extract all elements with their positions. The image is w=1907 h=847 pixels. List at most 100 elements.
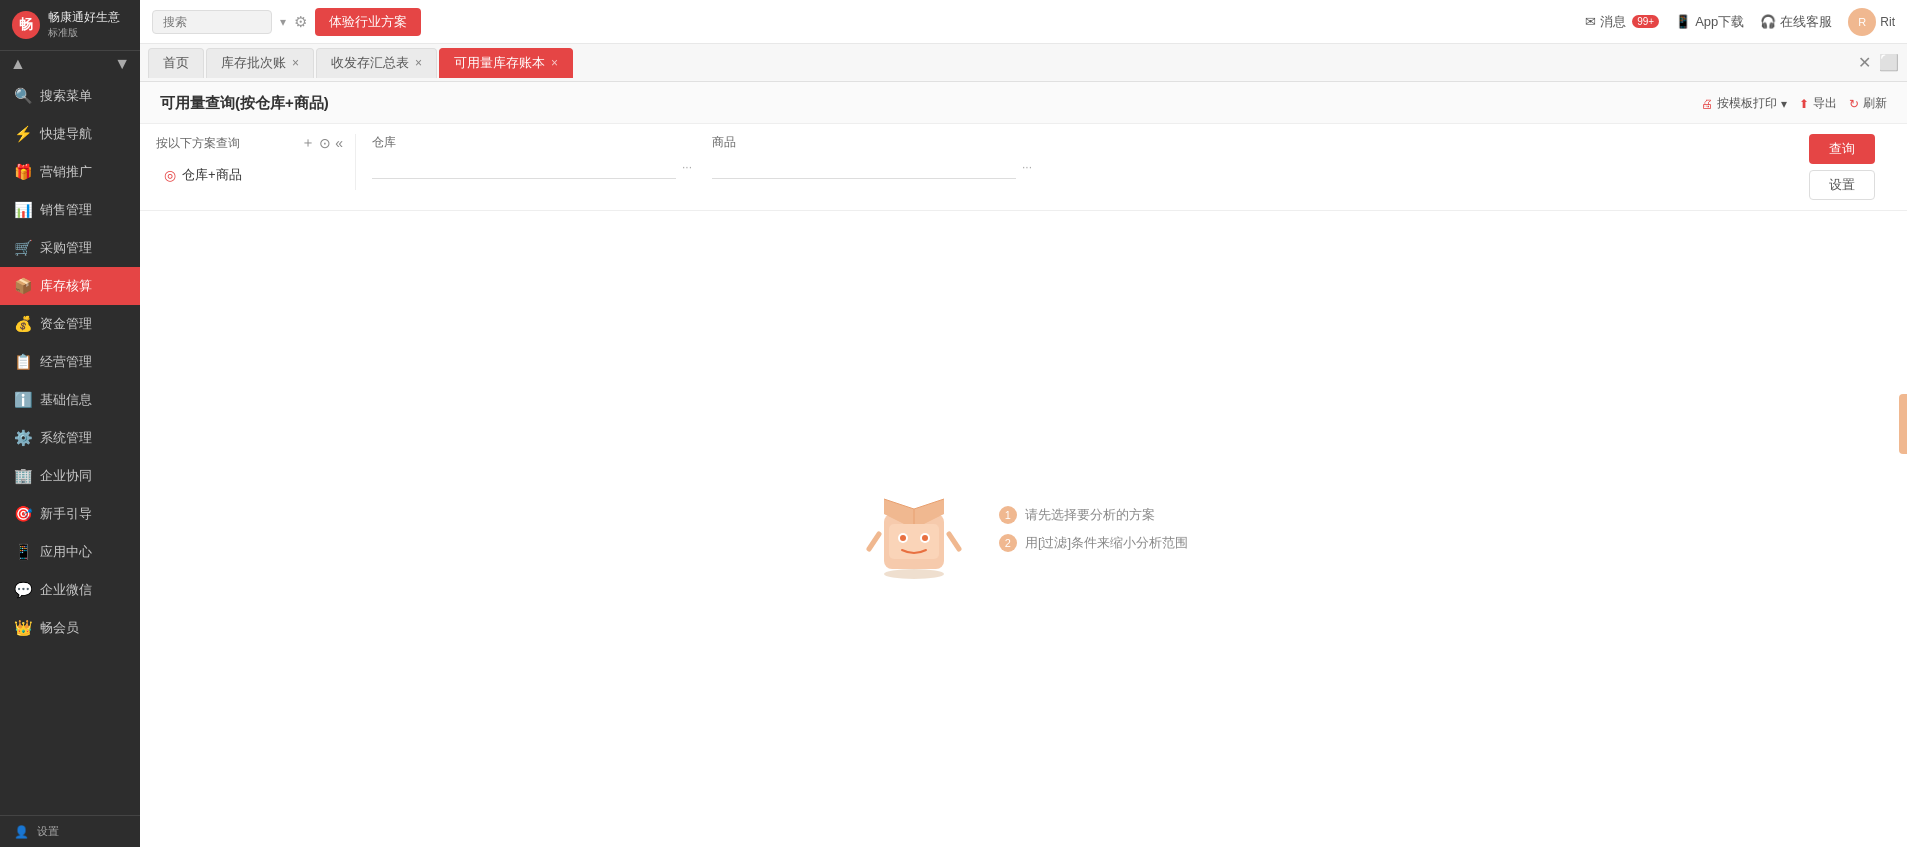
topbar-message[interactable]: ✉ 消息 99+ — [1585, 13, 1659, 31]
industry-btn[interactable]: 体验行业方案 — [315, 8, 421, 36]
empty-illustration: 1 请先选择要分析的方案 2 用[过滤]条件来缩小分析范围 — [859, 474, 1188, 584]
sidebar-item-newguide[interactable]: 🎯 新手引导 — [0, 495, 140, 533]
printer-icon: 🖨 — [1701, 97, 1713, 111]
finance-icon: 💰 — [14, 315, 32, 333]
sidebar-item-label: 营销推广 — [40, 163, 92, 181]
tab-collect-summary[interactable]: 收发存汇总表 × — [316, 48, 437, 78]
topbar-gear-icon[interactable]: ⚙ — [294, 13, 307, 31]
filter-sidebar-label: 按以下方案查询 — [156, 135, 240, 152]
filter-scheme-item[interactable]: ◎ 仓库+商品 — [156, 160, 343, 190]
tip-number-2: 2 — [999, 534, 1017, 552]
settings-btn[interactable]: 设置 — [1809, 170, 1875, 200]
window-buttons: ✕ ⬜ — [1858, 53, 1899, 72]
filter-scheme-label: 仓库+商品 — [182, 166, 242, 184]
user-avatar: R — [1848, 8, 1876, 36]
topbar-actions: ✉ 消息 99+ 📱 App下载 🎧 在线客服 R Rit — [1585, 8, 1895, 36]
topbar-search-input[interactable] — [152, 10, 272, 34]
tab-available-stock-label: 可用量库存账本 — [454, 54, 545, 72]
sidebar-footer-icon: 👤 — [14, 825, 29, 839]
sidebar-item-enterprise[interactable]: 🏢 企业协同 — [0, 457, 140, 495]
topbar: ▾ ⚙ 体验行业方案 ✉ 消息 99+ 📱 App下载 🎧 在线客服 R Rit — [140, 0, 1907, 44]
inventory-icon: 📦 — [14, 277, 32, 295]
sidebar-item-system[interactable]: ⚙️ 系统管理 — [0, 419, 140, 457]
sidebar-item-label: 快捷导航 — [40, 125, 92, 143]
svg-point-8 — [884, 569, 944, 579]
purchase-icon: 🛒 — [14, 239, 32, 257]
filter-sidebar-header: 按以下方案查询 ＋ ⊙ « — [156, 134, 343, 152]
filter-actions-right: 查询 设置 — [1809, 134, 1875, 200]
sidebar-item-member[interactable]: 👑 畅会员 — [0, 609, 140, 647]
sidebar-item-purchase[interactable]: 🛒 采购管理 — [0, 229, 140, 267]
sidebar-item-marketing[interactable]: 🎁 营销推广 — [0, 153, 140, 191]
sidebar-item-label: 销售管理 — [40, 201, 92, 219]
filter-area: 按以下方案查询 ＋ ⊙ « ◎ 仓库+商品 仓库 ··· — [140, 124, 1907, 211]
username-label: Rit — [1880, 15, 1895, 29]
export-btn[interactable]: ⬆ 导出 — [1799, 95, 1837, 112]
sidebar-item-shortcuts[interactable]: ⚡ 快捷导航 — [0, 115, 140, 153]
page-header: 可用量查询(按仓库+商品) 🖨 按模板打印 ▾ ⬆ 导出 ↻ 刷新 — [140, 82, 1907, 124]
sidebar-scroll-down[interactable]: ▼ — [108, 53, 136, 75]
print-btn[interactable]: 🖨 按模板打印 ▾ — [1701, 95, 1787, 112]
guide-icon: 🎯 — [14, 505, 32, 523]
empty-robot-svg — [859, 474, 969, 584]
tip-number-1: 1 — [999, 506, 1017, 524]
right-scroll-indicator[interactable] — [1899, 394, 1907, 454]
maximize-btn[interactable]: ⬜ — [1879, 53, 1899, 72]
tab-collect-summary-label: 收发存汇总表 — [331, 54, 409, 72]
sales-icon: 📊 — [14, 201, 32, 219]
topbar-chevron-icon[interactable]: ▾ — [280, 15, 286, 29]
topbar-app-download[interactable]: 📱 App下载 — [1675, 13, 1744, 31]
sidebar-item-label: 搜索菜单 — [40, 87, 92, 105]
sidebar-scroll-up[interactable]: ▲ — [4, 53, 32, 75]
app-icon: 📱 — [14, 543, 32, 561]
filter-warehouse-more-btn[interactable]: ··· — [682, 160, 692, 174]
empty-tip-1: 1 请先选择要分析的方案 — [999, 506, 1188, 524]
filter-warehouse-label: 仓库 — [372, 134, 692, 151]
svg-point-4 — [900, 535, 906, 541]
sidebar-item-label: 经营管理 — [40, 353, 92, 371]
logo-text-block: 畅康通好生意 标准版 — [48, 10, 120, 40]
filter-product-more-btn[interactable]: ··· — [1022, 160, 1032, 174]
sidebar-menu: 🔍 搜索菜单 ⚡ 快捷导航 🎁 营销推广 📊 销售管理 🛒 采购管理 📦 库存核… — [0, 77, 140, 815]
sidebar-item-finance[interactable]: 💰 资金管理 — [0, 305, 140, 343]
sidebar-item-appcenter[interactable]: 📱 应用中心 — [0, 533, 140, 571]
filter-product-input[interactable] — [712, 155, 1016, 179]
wechat-icon: 💬 — [14, 581, 32, 599]
filter-collapse-btn[interactable]: « — [335, 134, 343, 152]
sidebar-item-sales[interactable]: 📊 销售管理 — [0, 191, 140, 229]
query-btn[interactable]: 查询 — [1809, 134, 1875, 164]
filter-warehouse-input[interactable] — [372, 155, 676, 179]
filter-add-btn[interactable]: ＋ — [301, 134, 315, 152]
tab-batch-account-close[interactable]: × — [292, 56, 299, 70]
logo-text: 畅康通好生意 — [48, 10, 120, 26]
svg-point-5 — [922, 535, 928, 541]
refresh-btn[interactable]: ↻ 刷新 — [1849, 95, 1887, 112]
tab-home[interactable]: 首页 — [148, 48, 204, 78]
sidebar-item-label: 畅会员 — [40, 619, 79, 637]
topbar-user[interactable]: R Rit — [1848, 8, 1895, 36]
logo-icon: 畅 — [12, 11, 40, 39]
close-window-btn[interactable]: ✕ — [1858, 53, 1871, 72]
sidebar-item-search[interactable]: 🔍 搜索菜单 — [0, 77, 140, 115]
page-actions: 🖨 按模板打印 ▾ ⬆ 导出 ↻ 刷新 — [1701, 95, 1887, 112]
empty-tip-2: 2 用[过滤]条件来缩小分析范围 — [999, 534, 1188, 552]
tab-available-stock-close[interactable]: × — [551, 56, 558, 70]
sidebar-item-basic-info[interactable]: ℹ️ 基础信息 — [0, 381, 140, 419]
filter-product-field: 商品 ··· — [712, 134, 1032, 179]
filter-settings-btn[interactable]: ⊙ — [319, 134, 331, 152]
sidebar-item-operations[interactable]: 📋 经营管理 — [0, 343, 140, 381]
sidebar-item-inventory[interactable]: 📦 库存核算 — [0, 267, 140, 305]
filter-warehouse-input-row: ··· — [372, 155, 692, 179]
system-icon: ⚙️ — [14, 429, 32, 447]
topbar-online-service[interactable]: 🎧 在线客服 — [1760, 13, 1832, 31]
print-label: 按模板打印 — [1717, 95, 1777, 112]
content-area: 1 请先选择要分析的方案 2 用[过滤]条件来缩小分析范围 — [140, 211, 1907, 847]
tab-collect-summary-close[interactable]: × — [415, 56, 422, 70]
sidebar-item-wechat[interactable]: 💬 企业微信 — [0, 571, 140, 609]
phone-icon: 📱 — [1675, 14, 1691, 29]
tab-batch-account[interactable]: 库存批次账 × — [206, 48, 314, 78]
sidebar-item-label: 采购管理 — [40, 239, 92, 257]
sidebar-item-label: 资金管理 — [40, 315, 92, 333]
member-icon: 👑 — [14, 619, 32, 637]
tab-available-stock[interactable]: 可用量库存账本 × — [439, 48, 573, 78]
